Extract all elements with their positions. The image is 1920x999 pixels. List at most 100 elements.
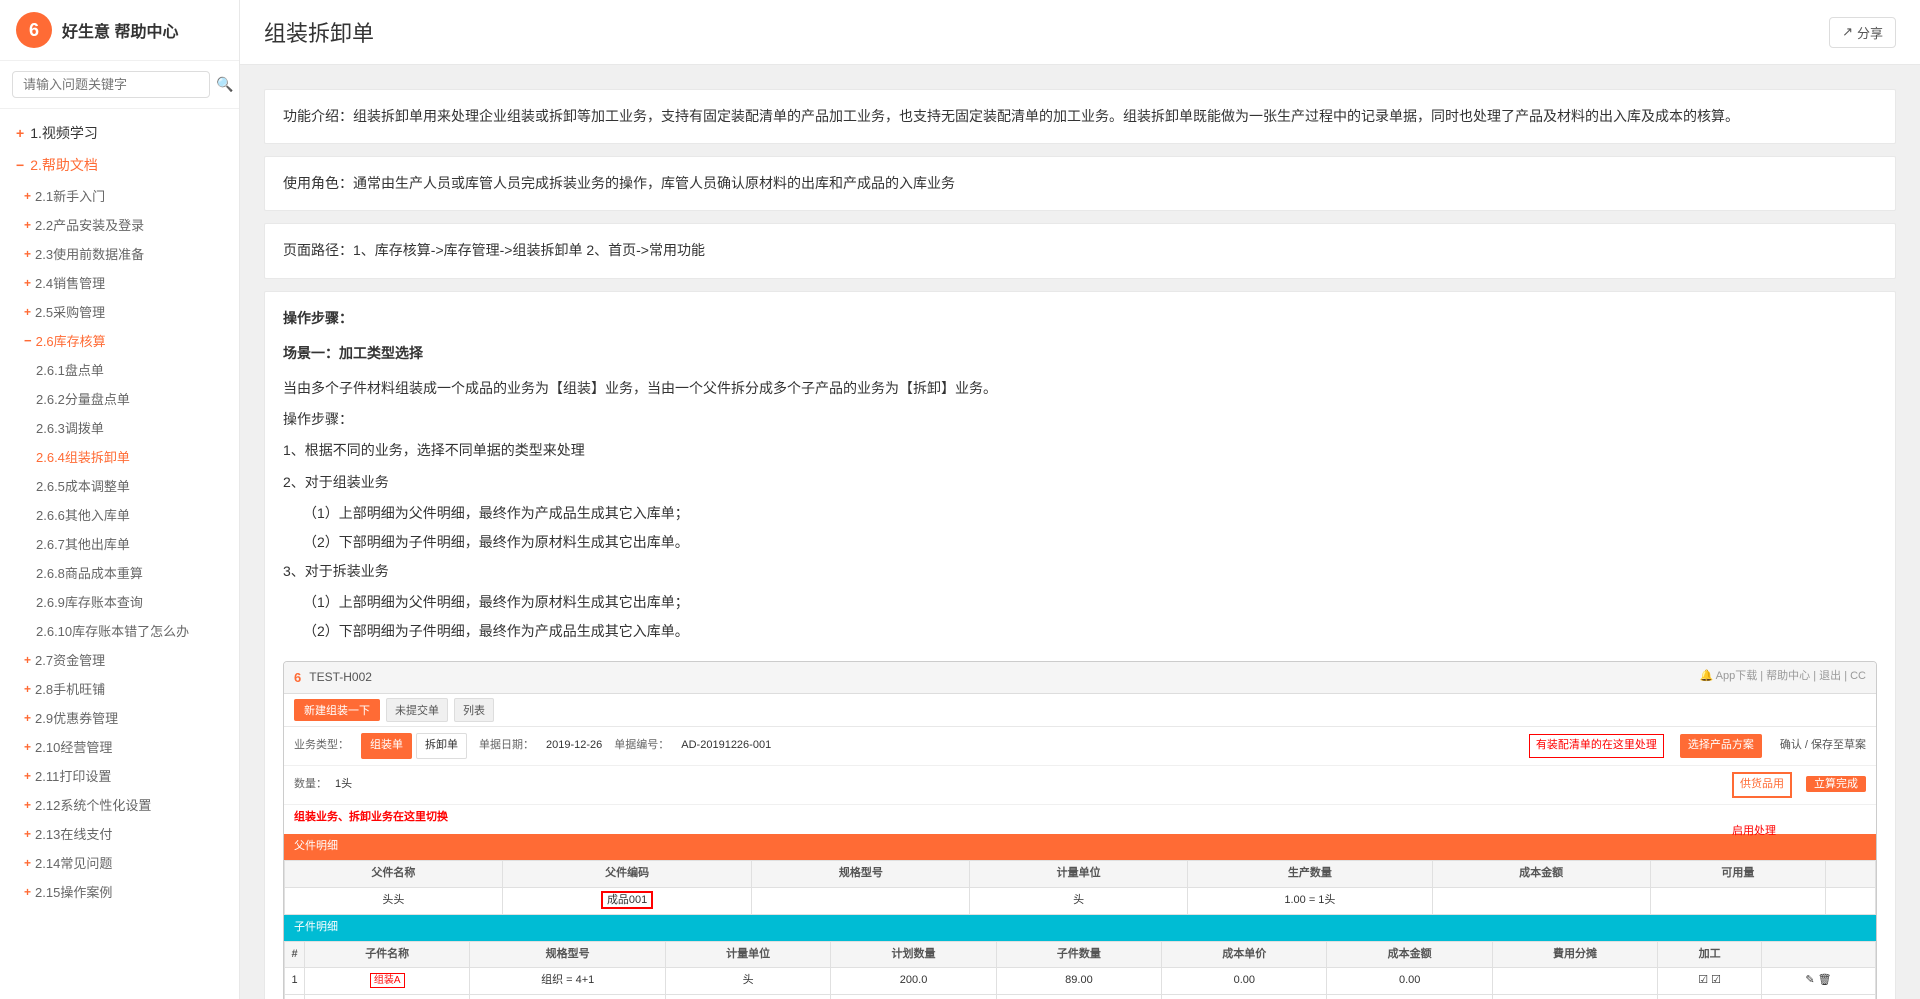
sidebar-label-2610: 2.6.10库存账本错了怎么办 [36,624,189,639]
sidebar-item-268[interactable]: 2.6.8商品成本重算 [0,558,239,587]
parent-qty-1: 1.00 = 1头 [1188,888,1433,915]
nav-list: + 1.视频学习 − 2.帮助文档 + 2.1新手入门 + 2.2产品安装及登录… [0,109,239,999]
sidebar-item-ops[interactable]: + 2.10经营管理 [0,732,239,761]
child-num-2: 2 [285,995,305,999]
sidebar-item-267[interactable]: 2.6.7其他出库单 [0,529,239,558]
child-share-1 [1492,968,1657,995]
sidebar-item-mobile[interactable]: + 2.8手机旺铺 [0,674,239,703]
sidebar-item-docs[interactable]: − 2.帮助文档 [0,149,239,181]
ss-parent-col-extra [1826,861,1876,888]
child-share-2 [1492,995,1657,999]
sidebar-item-payment[interactable]: + 2.13在线支付 [0,819,239,848]
sidebar-label-2: 2.帮助文档 [30,155,98,175]
sidebar-label-211: 2.11打印设置 [35,766,111,785]
sidebar-item-coupon[interactable]: + 2.9优惠券管理 [0,703,239,732]
sidebar-item-customization[interactable]: + 2.12系统个性化设置 [0,790,239,819]
sidebar-item-269[interactable]: 2.6.9库存账本查询 [0,587,239,616]
ss-input-field[interactable]: 供货品用 [1732,772,1792,798]
child-spec-1: 组织 = 4+1 [470,968,666,995]
plus-icon-28: + [24,682,31,696]
child-name-1: 组装A [305,968,470,995]
ss-qty-label: 数量： [294,775,327,795]
plus-icon-25: + [24,305,31,319]
main-area: 组装拆卸单 ↗ 分享 功能介绍：组装拆卸单用来处理企业组装或拆卸等加工业务，支持… [240,0,1920,999]
plus-icon-211: + [24,769,31,783]
sidebar-item-install[interactable]: + 2.2产品安装及登录 [0,210,239,239]
sidebar-item-266[interactable]: 2.6.6其他入库单 [0,500,239,529]
search-icon[interactable]: 🔍 [216,76,233,93]
breadcrumb: 页面路径：1、库存核算->库存管理->组装拆卸单 2、首页->常用功能 [283,242,705,258]
screenshot-container: 6 TEST-H002 🔔 App下载 | 帮助中心 | 退出 | CC 新建组… [283,661,1877,999]
sidebar-item-finance[interactable]: + 2.7资金管理 [0,645,239,674]
step3-1: （1）上部明细为父件明细，最终作为原材料生成其它出库单； [283,590,1877,615]
sidebar-item-sales[interactable]: + 2.4销售管理 [0,268,239,297]
child-unit-2: 30.00 [665,995,830,999]
share-button[interactable]: ↗ 分享 [1829,17,1896,48]
ss-date-label: 单据日期： [479,736,534,756]
ss-confirm-btn[interactable]: 确认 / 保存至草案 [1780,736,1866,756]
step2-1: （1）上部明细为父件明细，最终作为产成品生成其它入库单； [283,501,1877,526]
description-block: 功能介绍：组装拆卸单用来处理企业组装或拆卸等加工业务，支持有固定装配清单的产品加… [264,89,1896,144]
sidebar-item-print[interactable]: + 2.11打印设置 [0,761,239,790]
plus-icon-215: + [24,885,31,899]
sidebar-item-265[interactable]: 2.6.5成本调整单 [0,471,239,500]
sidebar-item-264[interactable]: 2.6.4组装拆卸单 [0,442,239,471]
search-input[interactable] [12,71,210,98]
breadcrumb-block: 页面路径：1、库存核算->库存管理->组装拆卸单 2、首页->常用功能 [264,223,1896,278]
ss-annotation3: 启用处理 [1732,822,1776,842]
sidebar-item-cases[interactable]: + 2.15操作案例 [0,877,239,906]
child-spec-2: 配件(=4+1) [470,995,666,999]
ss-btn1[interactable]: 未提交单 [386,698,448,722]
sidebar-label-29: 2.9优惠券管理 [35,708,118,727]
ss-test-id: TEST-H002 [309,667,372,689]
plus-icon-27: + [24,653,31,667]
sidebar-item-262[interactable]: 2.6.2分量盘点单 [0,384,239,413]
ss-annotation3-area: 启用处理 [284,830,1876,834]
ss-btn2[interactable]: 列表 [454,698,494,722]
page-title: 组装拆卸单 [264,16,374,48]
search-box[interactable]: 🔍 [0,61,239,109]
sidebar-item-263[interactable]: 2.6.3调拨单 [0,413,239,442]
plus-icon-213: + [24,827,31,841]
sidebar-item-newbie[interactable]: + 2.1新手入门 [0,181,239,210]
ss-child-col2: 规格型号 [470,941,666,968]
ss-child-header-bar: 子件明细 [284,915,1876,941]
ss-select-btn[interactable]: 选择产品方案 [1680,734,1762,758]
ss-parent-header: 父件明细 [284,834,1876,860]
ss-type-disassemble[interactable]: 拆卸单 [416,733,467,759]
site-title: 好生意 帮助中心 [62,18,178,42]
sidebar-item-purchase[interactable]: + 2.5采购管理 [0,297,239,326]
ss-new-btn[interactable]: 新建组装一下 [294,699,380,721]
sidebar-item-inventory[interactable]: − 2.6库存核算 [0,326,239,355]
step3-2: （2）下部明细为子件明细，最终作为产成品生成其它入库单。 [283,619,1877,644]
plus-icon-21: + [24,189,31,203]
sidebar-item-2610[interactable]: 2.6.10库存账本错了怎么办 [0,616,239,645]
plus-icon-214: + [24,856,31,870]
sidebar-item-video[interactable]: + 1.视频学习 [0,117,239,149]
steps-block: 操作步骤： 场景一：加工类型选择 当由多个子件材料组装成一个成品的业务为【组装】… [264,291,1896,999]
sidebar-item-261[interactable]: 2.6.1盘点单 [0,355,239,384]
plus-icon-29: + [24,711,31,725]
ss-num-value: AD-20191226-001 [681,736,771,756]
scene1-heading: 场景一：加工类型选择 [283,341,1877,366]
child-price-2 [1162,995,1327,999]
sidebar-item-faq[interactable]: + 2.14常见问题 [0,848,239,877]
child-plan-1: 200.0 [831,968,996,995]
ss-confirm-btn2[interactable]: 立算完成 [1806,775,1866,795]
ss-type-assemble[interactable]: 组装单 [361,733,412,759]
scene1-desc: 当由多个子件材料组装成一个成品的业务为【组装】业务，当由一个父件拆分成多个子产品… [283,376,1877,401]
ss-type-selector[interactable]: 组装单 拆卸单 [361,733,467,759]
parent-code-1: 成品001 [502,888,752,915]
ss-icons-area: 🔔 App下载 | 帮助中心 | 退出 | CC [1699,667,1866,687]
parent-spec-1 [752,888,970,915]
sidebar-label-266: 2.6.6其他入库单 [36,508,130,523]
ss-parent-col2: 父件编码 [502,861,752,888]
role-block: 使用角色：通常由生产人员或库管人员完成拆装业务的操作，库管人员确认原材料的出库和… [264,156,1896,211]
plus-icon-23: + [24,247,31,261]
step3: 3、对于拆装业务 [283,559,1877,584]
child-unit-1: 头 [665,968,830,995]
role-text: 使用角色：通常由生产人员或库管人员完成拆装业务的操作，库管人员确认原材料的出库和… [283,175,955,191]
table-row: 2 配件 2 配件(=4+1) 30.00 0.00 0.00 0.00 [285,995,1876,999]
sidebar-item-data-prep[interactable]: + 2.3使用前数据准备 [0,239,239,268]
ss-child-col9: 加工 [1658,941,1762,968]
